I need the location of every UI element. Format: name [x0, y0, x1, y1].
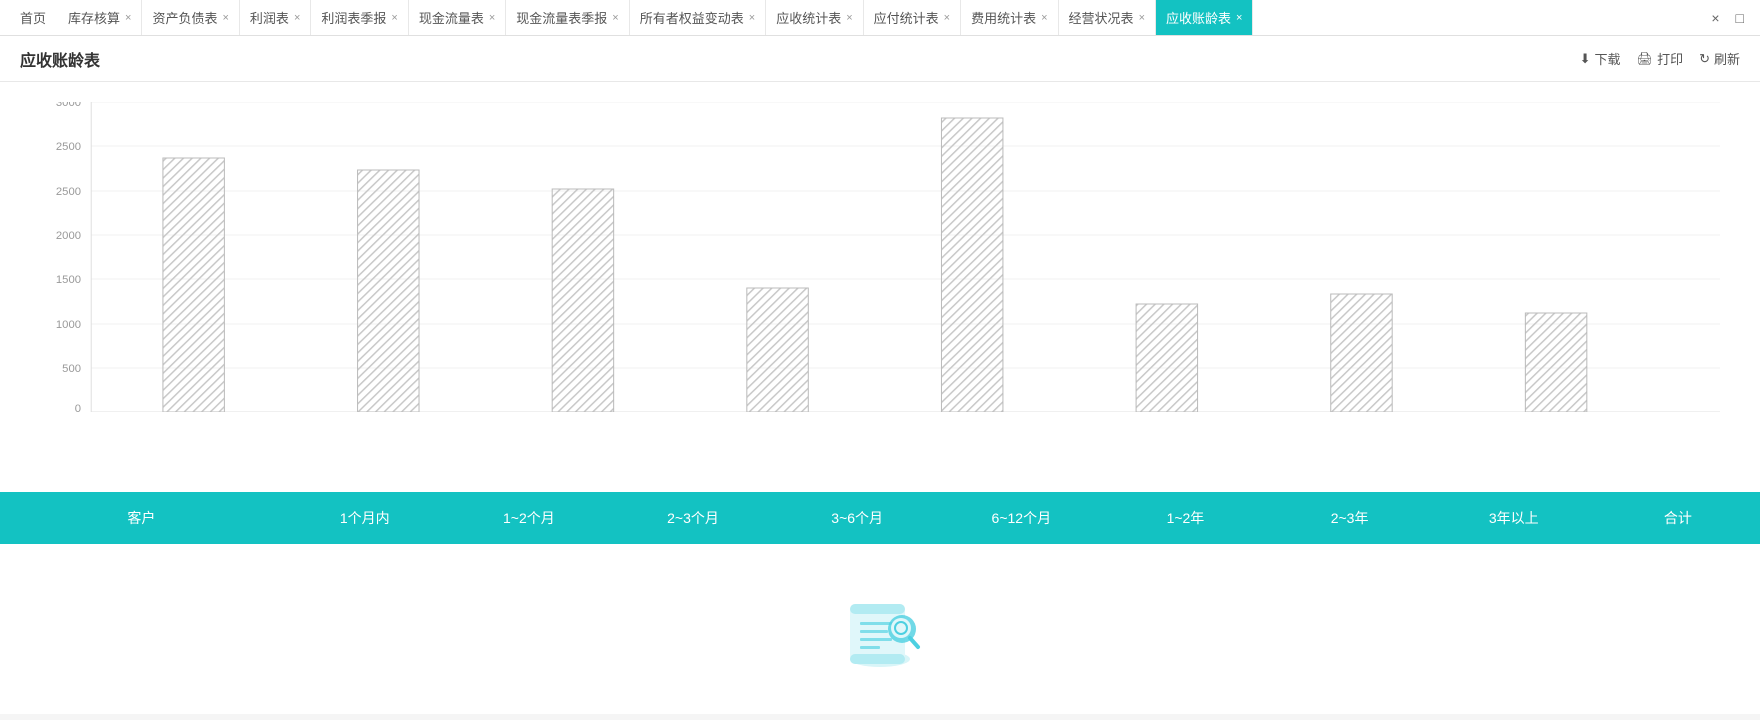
- tab-ap-stats[interactable]: 应付统计表 ×: [864, 0, 961, 36]
- tab-ar-stats[interactable]: 应收统计表 ×: [766, 0, 863, 36]
- tab-operations[interactable]: 经营状况表 ×: [1059, 0, 1156, 36]
- th-3-6month: 3~6个月: [775, 508, 939, 528]
- bar-2-3年: [1331, 294, 1392, 412]
- svg-text:1500: 1500: [56, 274, 81, 286]
- download-button[interactable]: ⬇ 下载: [1580, 49, 1621, 68]
- close-ap-stats-icon[interactable]: ×: [944, 12, 950, 24]
- empty-icon: [830, 584, 930, 674]
- close-cashflow-icon[interactable]: ×: [489, 12, 495, 24]
- close-profit-icon[interactable]: ×: [294, 12, 300, 24]
- chart-area: 3000 2500 2500 2000 1500 1000 500 0 1月内 …: [0, 82, 1760, 492]
- refresh-button[interactable]: ↻ 刷新: [1699, 49, 1740, 68]
- svg-text:3000: 3000: [56, 102, 81, 109]
- tab-bar-right: × □: [1707, 8, 1752, 28]
- svg-text:500: 500: [62, 363, 81, 375]
- th-3year-plus: 3年以上: [1432, 508, 1596, 528]
- print-icon: 🖨: [1637, 51, 1654, 67]
- close-profit-quarterly-icon[interactable]: ×: [391, 12, 397, 24]
- tab-expense-stats[interactable]: 费用统计表 ×: [961, 0, 1058, 36]
- tab-home[interactable]: 首页: [8, 8, 58, 27]
- close-ar-stats-icon[interactable]: ×: [846, 12, 852, 24]
- close-inventory-icon[interactable]: ×: [125, 12, 131, 24]
- window-close-icon[interactable]: ×: [1707, 8, 1723, 28]
- close-cashflow-quarterly-icon[interactable]: ×: [612, 12, 618, 24]
- print-button[interactable]: 🖨 打印: [1637, 49, 1684, 68]
- bar-chart: 3000 2500 2500 2000 1500 1000 500 0 1月内 …: [40, 102, 1720, 412]
- th-2-3year: 2~3年: [1268, 508, 1432, 528]
- page-title: 应收账龄表: [20, 47, 100, 71]
- th-total: 合计: [1596, 508, 1760, 528]
- bar-1月内: [163, 158, 224, 412]
- th-1-2year: 1~2年: [1103, 508, 1267, 528]
- main-content: 3000 2500 2500 2000 1500 1000 500 0 1月内 …: [0, 82, 1760, 714]
- tab-profit[interactable]: 利润表 ×: [240, 0, 311, 36]
- close-ar-aging-icon[interactable]: ×: [1236, 12, 1242, 24]
- header-actions: ⬇ 下载 🖨 打印 ↻ 刷新: [1580, 49, 1740, 68]
- svg-text:1000: 1000: [56, 319, 81, 331]
- download-icon: ⬇: [1580, 51, 1591, 67]
- close-expense-stats-icon[interactable]: ×: [1041, 12, 1047, 24]
- bar-6-12月: [941, 118, 1002, 412]
- close-balance-icon[interactable]: ×: [222, 12, 228, 24]
- tab-cashflow[interactable]: 现金流量表 ×: [409, 0, 506, 36]
- bar-3年以上: [1525, 313, 1586, 412]
- th-1-2month: 1~2个月: [447, 508, 611, 528]
- close-operations-icon[interactable]: ×: [1139, 12, 1145, 24]
- tab-bar: 首页 库存核算 × 资产负债表 × 利润表 × 利润表季报 × 现金流量表 × …: [0, 0, 1760, 36]
- th-2-3month: 2~3个月: [611, 508, 775, 528]
- tab-equity[interactable]: 所有者权益变动表 ×: [630, 0, 766, 36]
- svg-text:2000: 2000: [56, 230, 81, 242]
- th-customer: 客户: [0, 508, 283, 528]
- bar-1-2年: [1136, 304, 1197, 412]
- tab-ar-aging[interactable]: 应收账龄表 ×: [1156, 0, 1253, 36]
- svg-text:2500: 2500: [56, 141, 81, 153]
- tab-cashflow-quarterly[interactable]: 现金流量表季报 ×: [506, 0, 629, 36]
- page-header: 应收账龄表 ⬇ 下载 🖨 打印 ↻ 刷新: [0, 36, 1760, 82]
- tab-profit-quarterly[interactable]: 利润表季报 ×: [311, 0, 408, 36]
- svg-text:0: 0: [75, 403, 81, 412]
- tab-balance[interactable]: 资产负债表 ×: [142, 0, 239, 36]
- table-header: 客户 1个月内 1~2个月 2~3个月 3~6个月 6~12个月 1~2年 2~…: [0, 492, 1760, 544]
- window-maximize-icon[interactable]: □: [1732, 8, 1748, 28]
- bar-1-2月: [358, 170, 419, 412]
- empty-state: [0, 544, 1760, 714]
- bar-2-3月: [552, 189, 613, 412]
- tab-inventory[interactable]: 库存核算 ×: [58, 0, 142, 36]
- close-equity-icon[interactable]: ×: [749, 12, 755, 24]
- svg-text:2500: 2500: [56, 186, 81, 198]
- refresh-icon: ↻: [1699, 51, 1710, 67]
- th-1month: 1个月内: [283, 508, 447, 528]
- th-6-12month: 6~12个月: [939, 508, 1103, 528]
- bar-3-6月: [747, 288, 808, 412]
